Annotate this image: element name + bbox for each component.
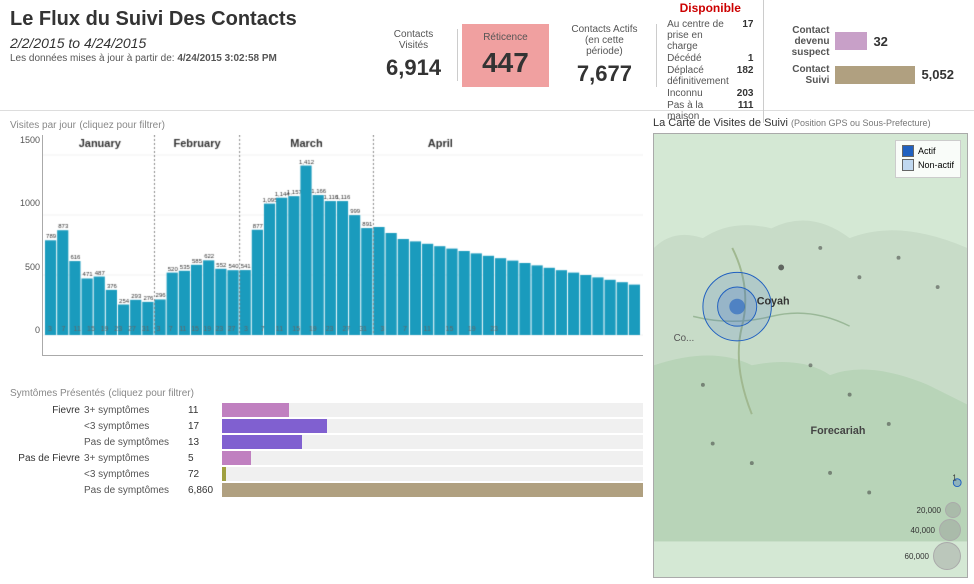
symptoms-title-text: Symtômes Présentés — [10, 388, 105, 399]
symptom-row: <3 symptômes17 — [10, 419, 643, 433]
contact-suivi-label: Contact Suivi — [774, 64, 829, 86]
contact-devenu-bar — [835, 32, 867, 50]
y-label-1500: 1500 — [12, 135, 40, 145]
left-panel: Visites par jour (cliquez pour filtrer) … — [0, 111, 653, 584]
chart-wrapper: 0 500 1000 1500 — [42, 135, 643, 355]
symptom-row: Pas de Fievre3+ symptômes5 — [10, 451, 643, 465]
contact-devenu-value: 32 — [873, 34, 887, 49]
contact-suivi-value: 5,052 — [921, 67, 954, 82]
svg-text:Coyah: Coyah — [757, 296, 790, 308]
right-panel: La Carte de Visites de Suivi (Position G… — [653, 111, 974, 584]
ne-pas-block: Ne pas Disponible Au centre de prise en … — [657, 0, 764, 123]
map-container: Coyah Forecariah Co... 1 Actif Non-actif — [653, 133, 968, 578]
contact-suivi-item: Contact Suivi 5,052 — [774, 64, 954, 86]
legend-actif-label: Actif — [918, 146, 936, 156]
map-subtitle: (Position GPS ou Sous-Prefecture) — [791, 118, 931, 128]
ne-pas-row: Décédé1 — [667, 53, 753, 64]
map-legend: Actif Non-actif — [895, 140, 961, 178]
page-title: Le Flux du Suivi Des Contacts — [10, 8, 370, 31]
symptoms-title: Symtômes Présentés (cliquez pour filtrer… — [10, 385, 643, 399]
contacts-actifs-label: Contacts Actifs (en cette période) — [569, 24, 640, 57]
chart-title: Visites par jour (cliquez pour filtrer) — [10, 117, 643, 131]
contact-suivi-bar — [835, 66, 915, 84]
size-legend-item: 40,000 — [905, 519, 961, 541]
symptoms-section: Symtômes Présentés (cliquez pour filtrer… — [10, 385, 643, 578]
y-label-0: 0 — [12, 325, 40, 335]
legend-non-actif-box — [902, 159, 914, 171]
reticence-label: Réticence — [483, 32, 527, 43]
size-legend: 20,00040,00060,000 — [905, 502, 961, 571]
contact-devenu-label: Contact devenu suspect — [774, 25, 829, 58]
contact-right: Contact devenu suspect 32 Contact Suivi … — [764, 25, 964, 86]
legend-actif-box — [902, 145, 914, 157]
map-title: La Carte de Visites de Suivi (Position G… — [653, 117, 968, 129]
legend-non-actif-label: Non-actif — [918, 160, 954, 170]
svg-text:Co...: Co... — [674, 333, 695, 344]
header: Le Flux du Suivi Des Contacts 2/2/2015 t… — [0, 0, 974, 111]
date-range: 2/2/2015 to 4/24/2015 — [10, 35, 370, 51]
svg-text:1: 1 — [952, 474, 956, 483]
contacts-visites-block: Contacts Visités 6,914 — [370, 29, 458, 81]
size-legend-item: 60,000 — [905, 542, 961, 570]
chart-subtitle: (cliquez pour filtrer) — [79, 120, 165, 131]
legend-actif-item: Actif — [902, 145, 954, 157]
svg-text:Forecariah: Forecariah — [811, 425, 866, 437]
header-left: Le Flux du Suivi Des Contacts 2/2/2015 t… — [10, 8, 370, 102]
size-legend-item: 20,000 — [905, 502, 961, 518]
reticence-block: Réticence 447 — [462, 24, 549, 87]
header-stats: Contacts Visités 6,914 Réticence 447 Con… — [370, 8, 964, 102]
updated-label: Les données mises à jour à partir de: — [10, 53, 175, 64]
ne-pas-row: Inconnu203 — [667, 88, 753, 99]
contacts-actifs-value: 7,677 — [577, 61, 632, 87]
contact-devenu-item: Contact devenu suspect 32 — [774, 25, 954, 58]
updated-text: Les données mises à jour à partir de: 4/… — [10, 53, 370, 64]
legend-non-actif-item: Non-actif — [902, 159, 954, 171]
y-axis: 0 500 1000 1500 — [12, 135, 40, 335]
contacts-actifs-block: Contacts Actifs (en cette période) 7,677 — [553, 24, 657, 87]
main: Visites par jour (cliquez pour filtrer) … — [0, 111, 974, 584]
y-label-1000: 1000 — [12, 198, 40, 208]
symptoms-grid: Fievre3+ symptômes11 <3 symptômes17 Pas de… — [10, 403, 643, 497]
chart-section: Visites par jour (cliquez pour filtrer) … — [10, 117, 643, 377]
map-title-text: La Carte de Visites de Suivi — [653, 117, 788, 129]
reticence-value: 447 — [482, 47, 529, 79]
symptoms-subtitle: (cliquez pour filtrer) — [108, 388, 194, 399]
ne-pas-table: Au centre de prise en charge17Décédé1Dép… — [667, 19, 753, 122]
symptom-row: Fievre3+ symptômes11 — [10, 403, 643, 417]
symptom-row: <3 symptômes72 — [10, 467, 643, 481]
contacts-visites-value: 6,914 — [386, 55, 441, 81]
symptom-row: Pas de symptômes6,860 — [10, 483, 643, 497]
updated-value: 4/24/2015 3:02:58 PM — [177, 53, 277, 64]
ne-pas-row: Déplacé définitivement182 — [667, 65, 753, 87]
contacts-visites-label: Contacts Visités — [386, 29, 441, 51]
y-label-500: 500 — [12, 262, 40, 272]
bar-chart — [42, 135, 643, 356]
ne-pas-row: Au centre de prise en charge17 — [667, 19, 753, 52]
ne-pas-title: Ne pas Disponible — [667, 0, 753, 15]
symptom-row: Pas de symptômes13 — [10, 435, 643, 449]
chart-title-text: Visites par jour — [10, 120, 76, 131]
